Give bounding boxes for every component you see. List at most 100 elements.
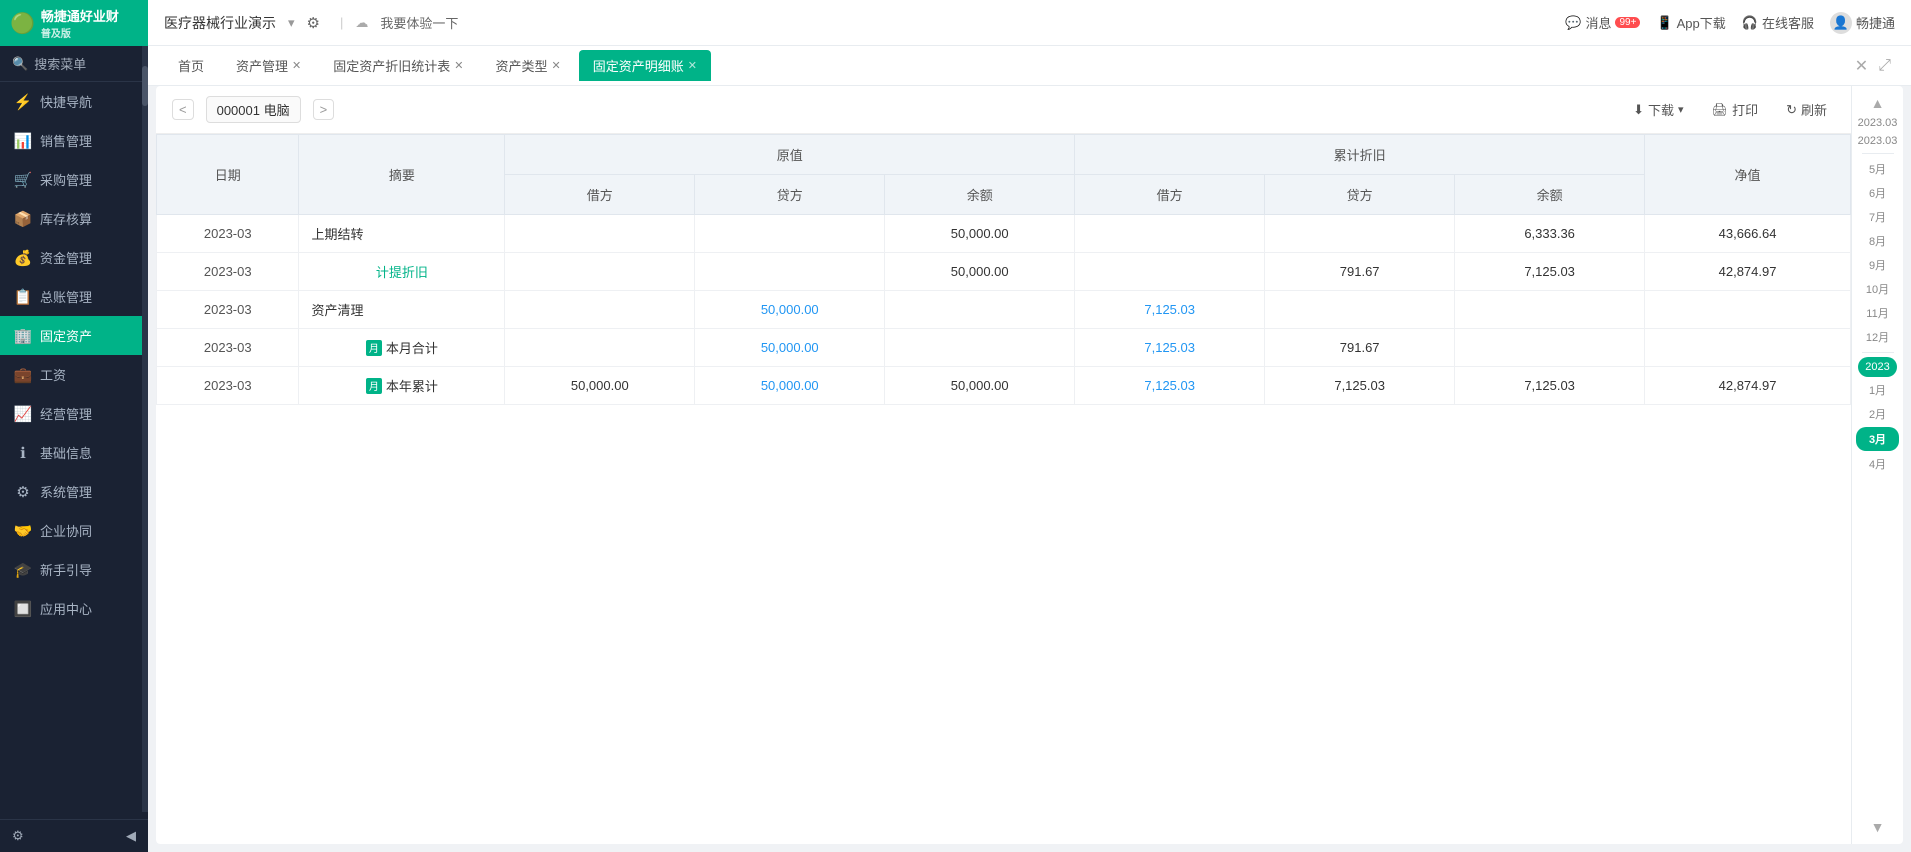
- cell-accum-credit: [1265, 291, 1455, 329]
- window-close-btn[interactable]: ✕: [1855, 56, 1868, 76]
- dropdown-arrow[interactable]: ▾: [288, 15, 295, 31]
- badge-icon: 月: [366, 378, 382, 394]
- sidebar-item-app-center[interactable]: 🔲 应用中心: [0, 589, 148, 628]
- cell-accum-credit: 791.67: [1265, 253, 1455, 291]
- next-asset-btn[interactable]: >: [313, 99, 335, 120]
- sidebar-item-payroll[interactable]: 💼 工资: [0, 355, 148, 394]
- download-label: 下载: [1648, 100, 1674, 119]
- print-btn[interactable]: 🖨 打印: [1704, 96, 1767, 123]
- download-btn[interactable]: ⬇ 下载 ▾: [1625, 96, 1691, 123]
- timeline-month-6[interactable]: 6月: [1852, 181, 1903, 205]
- cell-orig-debit: [505, 253, 695, 291]
- cell-accum-balance: 7,125.03: [1455, 253, 1645, 291]
- sidebar-item-operations[interactable]: 📈 经营管理: [0, 394, 148, 433]
- finance-icon: 💰: [14, 249, 32, 267]
- sidebar-item-label: 基础信息: [40, 443, 92, 462]
- timeline-month-8[interactable]: 8月: [1852, 229, 1903, 253]
- tab-asset-type-close[interactable]: ✕: [552, 59, 561, 72]
- tab-asset-detail-close[interactable]: ✕: [688, 59, 697, 72]
- timeline-year-2023[interactable]: 2023: [1858, 357, 1897, 377]
- prev-asset-btn[interactable]: <: [172, 99, 194, 120]
- timeline-up-arrow[interactable]: ▲: [1871, 92, 1885, 114]
- sidebar-search-menu[interactable]: 🔍 搜索菜单: [0, 46, 148, 82]
- table-row: 2023-03月本月合计50,000.007,125.03791.67: [157, 329, 1851, 367]
- timeline-month-10[interactable]: 10月: [1852, 277, 1903, 301]
- topbar-user[interactable]: 👤 畅捷通: [1830, 12, 1895, 34]
- cell-orig-credit: [695, 253, 885, 291]
- refresh-btn[interactable]: ↻ 刷新: [1778, 96, 1835, 123]
- cell-orig-debit: [505, 329, 695, 367]
- sidebar-item-sales[interactable]: 📊 销售管理: [0, 121, 148, 160]
- cell-summary[interactable]: 计提折旧: [299, 253, 505, 291]
- timeline-2023-month-2[interactable]: 2月: [1852, 402, 1903, 426]
- asset-detail-table: 日期 摘要 原值 累计折旧 净值 借方 贷方 余额 借方 贷方 余额: [156, 134, 1851, 405]
- sidebar-item-sys-mgmt[interactable]: ⚙ 系统管理: [0, 472, 148, 511]
- sidebar-item-purchase[interactable]: 🛒 采购管理: [0, 160, 148, 199]
- collapse-icon[interactable]: ◀: [126, 828, 136, 844]
- cell-accum-credit: 791.67: [1265, 329, 1455, 367]
- sidebar-item-guide[interactable]: 🎓 新手引导: [0, 550, 148, 589]
- tab-asset-type[interactable]: 资产类型 ✕: [481, 50, 574, 81]
- app-download-label: App下载: [1677, 13, 1726, 32]
- timeline-2023-month-1[interactable]: 1月: [1852, 378, 1903, 402]
- tab-asset-detail[interactable]: 固定资产明细账 ✕: [579, 50, 711, 81]
- sidebar: 🟢 畅捷通好业财 普及版 🔍 搜索菜单 ⚡ 快捷导航 📊 销售管理 🛒 采购管理…: [0, 0, 148, 852]
- window-expand-btn[interactable]: ⤢: [1878, 57, 1891, 75]
- tab-asset-detail-label: 固定资产明细账: [593, 56, 684, 75]
- topbar-customer-service[interactable]: 🎧 在线客服: [1742, 13, 1814, 32]
- sidebar-item-ledger[interactable]: 📋 总账管理: [0, 277, 148, 316]
- th-orig-balance: 余额: [885, 175, 1075, 215]
- th-accum-balance: 余额: [1455, 175, 1645, 215]
- cell-summary: 资产清理: [299, 291, 505, 329]
- sidebar-item-collab[interactable]: 🤝 企业协同: [0, 511, 148, 550]
- tab-home[interactable]: 首页: [164, 50, 218, 81]
- cell-accum-balance: 7,125.03: [1455, 367, 1645, 405]
- topbar-right: 💬 消息 99+ 📱 App下载 🎧 在线客服 👤 畅捷通: [1565, 12, 1895, 34]
- topbar-app-download[interactable]: 📱 App下载: [1656, 13, 1725, 32]
- fixed-assets-icon: 🏢: [14, 327, 32, 345]
- cell-summary: 月本年累计: [299, 367, 505, 405]
- tab-depreciation-stat[interactable]: 固定资产折旧统计表 ✕: [319, 50, 477, 81]
- tab-depreciation-stat-close[interactable]: ✕: [454, 59, 463, 72]
- sidebar-scrollbar[interactable]: [142, 46, 148, 812]
- payroll-icon: 💼: [14, 366, 32, 384]
- sidebar-item-label: 库存核算: [40, 209, 92, 228]
- purchase-icon: 🛒: [14, 171, 32, 189]
- tab-asset-mgmt-close[interactable]: ✕: [292, 59, 301, 72]
- th-orig-debit: 借方: [505, 175, 695, 215]
- sidebar-item-basic-info[interactable]: ℹ 基础信息: [0, 433, 148, 472]
- cell-accum-balance: [1455, 329, 1645, 367]
- timeline-month-11[interactable]: 11月: [1852, 301, 1903, 325]
- cell-accum-debit: 7,125.03: [1075, 291, 1265, 329]
- sidebar-item-inventory[interactable]: 📦 库存核算: [0, 199, 148, 238]
- timeline-month-5[interactable]: 5月: [1852, 157, 1903, 181]
- timeline-2023-month-4[interactable]: 4月: [1852, 452, 1903, 476]
- sidebar-item-finance[interactable]: 💰 资金管理: [0, 238, 148, 277]
- timeline-2023-month-3[interactable]: 3月: [1856, 427, 1899, 451]
- settings-bottom-icon[interactable]: ⚙: [12, 828, 24, 844]
- cell-accum-debit: 7,125.03: [1075, 367, 1265, 405]
- timeline-month-12[interactable]: 12月: [1852, 325, 1903, 349]
- timeline-down-arrow[interactable]: ▼: [1871, 816, 1885, 838]
- cell-date: 2023-03: [157, 367, 299, 405]
- sidebar-item-fixed-assets[interactable]: 🏢 固定资产: [0, 316, 148, 355]
- timeline-month-7[interactable]: 7月: [1852, 205, 1903, 229]
- sidebar-item-quick-nav[interactable]: ⚡ 快捷导航: [0, 82, 148, 121]
- experience-text[interactable]: 我要体验一下: [380, 13, 458, 32]
- th-summary: 摘要: [299, 135, 505, 215]
- cell-accum-credit: [1265, 215, 1455, 253]
- tab-asset-mgmt[interactable]: 资产管理 ✕: [222, 50, 315, 81]
- th-accum-debit: 借方: [1075, 175, 1265, 215]
- print-icon: 🖨: [1712, 102, 1729, 118]
- topbar-settings-icon[interactable]: ⚙: [307, 14, 320, 32]
- cloud-icon: ☁: [355, 15, 368, 31]
- topbar-message[interactable]: 💬 消息 99+: [1565, 13, 1640, 32]
- cell-orig-credit: 50,000.00: [695, 329, 885, 367]
- cell-net: 42,874.97: [1645, 253, 1851, 291]
- refresh-label: 刷新: [1801, 100, 1827, 119]
- timeline-month-9[interactable]: 9月: [1852, 253, 1903, 277]
- summary-link[interactable]: 计提折旧: [376, 265, 428, 280]
- cell-accum-debit: 7,125.03: [1075, 329, 1265, 367]
- cell-net: 43,666.64: [1645, 215, 1851, 253]
- table-row: 2023-03计提折旧50,000.00791.677,125.0342,874…: [157, 253, 1851, 291]
